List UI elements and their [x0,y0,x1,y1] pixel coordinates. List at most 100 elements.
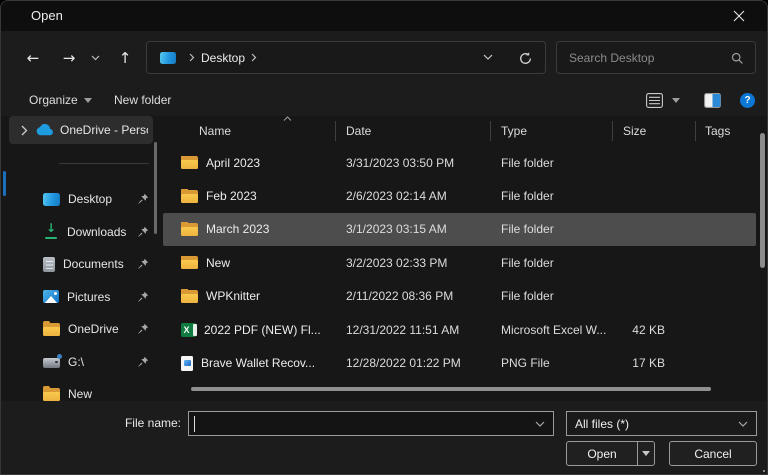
sidebar-item[interactable]: New [1,378,161,401]
open-dropdown-button[interactable] [637,442,654,465]
file-type-icon [181,156,198,169]
column-separator[interactable] [490,121,491,141]
file-type: File folder [491,189,613,203]
file-type-icon [181,256,198,269]
new-folder-label: New folder [114,93,171,107]
sidebar-items: Desktop Downloads Documents [1,183,161,401]
sidebar-item-label: Pictures [67,290,110,304]
address-dropdown-button[interactable] [483,54,493,61]
file-type-icon [181,190,198,203]
file-type: File folder [491,222,613,236]
up-button[interactable]: ↑ [111,44,139,72]
sidebar-item-icon [43,290,59,303]
back-button[interactable]: ← [19,44,47,72]
file-row[interactable]: WPKnitter 2/11/2022 08:36 PM File folder [163,280,756,313]
file-rows: April 2023 3/31/2023 03:50 PM File folde… [163,146,768,380]
refresh-button[interactable] [518,51,533,66]
file-name: March 2023 [206,222,269,236]
forward-button[interactable]: → [55,44,83,72]
column-headers: Name Date Type Size Tags [163,116,768,146]
pin-icon[interactable] [137,226,149,238]
sidebar-item[interactable]: Downloads [1,216,161,249]
file-row[interactable]: Brave Wallet Recov... 12/28/2022 01:22 P… [163,346,756,379]
resize-grip[interactable] [763,470,765,472]
view-mode-dropdown[interactable] [672,86,680,114]
file-type-icon [181,356,193,371]
pin-icon[interactable] [137,356,149,368]
sidebar-item-onedrive-personal[interactable]: OneDrive - Perso [9,116,153,144]
pin-icon[interactable] [137,258,149,270]
breadcrumb-desktop[interactable]: Desktop [201,51,245,65]
sidebar-item[interactable]: OneDrive [1,313,161,346]
column-header-date[interactable]: Date [336,124,491,138]
file-type-select[interactable]: All files (*) [566,411,757,436]
breadcrumb-chevron-icon[interactable] [251,53,257,62]
sidebar-item-label: Documents [63,257,124,271]
vertical-scrollbar[interactable] [760,133,765,268]
cancel-button[interactable]: Cancel [669,441,757,466]
column-separator[interactable] [612,121,613,141]
sidebar-item[interactable]: Desktop [1,183,161,216]
file-name: April 2023 [206,156,260,170]
file-name: WPKnitter [206,289,260,303]
file-name-input[interactable] [194,413,524,434]
open-split-button: Open [566,441,655,466]
sidebar-item-icon [43,358,60,368]
chevron-down-icon [642,451,650,456]
footer: File name: All files (*) Open Cancel [1,401,768,475]
file-date: 3/31/2023 03:50 PM [336,156,491,170]
file-name-box [188,411,554,436]
file-type-icon [181,223,198,236]
column-header-name[interactable]: Name [163,124,336,138]
file-type-icon [181,290,198,303]
column-separator[interactable] [335,121,336,141]
file-type: File folder [491,256,613,270]
file-row[interactable]: March 2023 3/1/2023 03:15 AM File folder [163,213,756,246]
preview-pane-button[interactable] [704,86,721,114]
chevron-down-icon [483,54,493,61]
file-row[interactable]: New 3/2/2023 02:33 PM File folder [163,246,756,279]
preview-pane-icon [704,93,721,108]
title-bar: Open [1,1,767,31]
view-mode-button[interactable] [646,86,663,114]
expand-chevron-icon[interactable] [21,125,28,136]
sidebar-item[interactable]: Pictures [1,281,161,314]
file-row[interactable]: Feb 2023 2/6/2023 02:14 AM File folder [163,179,756,212]
file-type-value: All files (*) [575,417,629,431]
horizontal-scrollbar[interactable] [191,387,711,391]
sidebar-item[interactable]: G:\ [1,346,161,379]
help-button[interactable] [740,93,755,108]
onedrive-cloud-icon [36,124,54,136]
sidebar-item-icon [43,224,59,239]
file-date: 2/6/2023 02:14 AM [336,189,491,203]
pin-icon[interactable] [137,323,149,335]
column-header-size[interactable]: Size [613,124,695,138]
chevron-down-icon[interactable] [535,421,545,428]
search-input[interactable] [567,44,727,71]
details-view-icon [646,93,663,108]
pin-icon[interactable] [137,193,149,205]
open-button[interactable]: Open [567,447,637,461]
window-title: Open [31,1,63,31]
column-header-tags[interactable]: Tags [695,124,768,138]
new-folder-button[interactable]: New folder [114,86,171,114]
column-separator[interactable] [695,121,696,141]
file-list: Name Date Type Size Tags April 2023 3/31… [163,116,768,401]
file-row[interactable]: April 2023 3/31/2023 03:50 PM File folde… [163,146,756,179]
sidebar-item-label: OneDrive - Perso [60,123,148,137]
organize-button[interactable]: Organize [29,86,92,114]
pin-icon[interactable] [137,291,149,303]
sidebar-item-label: Desktop [68,192,112,206]
close-button[interactable] [719,1,759,31]
chevron-down-icon [672,98,680,103]
search-box [556,41,756,74]
file-name: Feb 2023 [206,189,257,203]
sidebar-item[interactable]: Documents [1,248,161,281]
address-bar[interactable]: Desktop [146,41,546,74]
file-name: New [206,256,230,270]
recent-locations-button[interactable] [85,44,105,72]
file-row[interactable]: 2022 PDF (NEW) Fl... 12/31/2022 11:51 AM… [163,313,756,346]
file-name-label: File name: [1,411,181,436]
column-header-type[interactable]: Type [491,124,613,138]
file-type: File folder [491,289,613,303]
